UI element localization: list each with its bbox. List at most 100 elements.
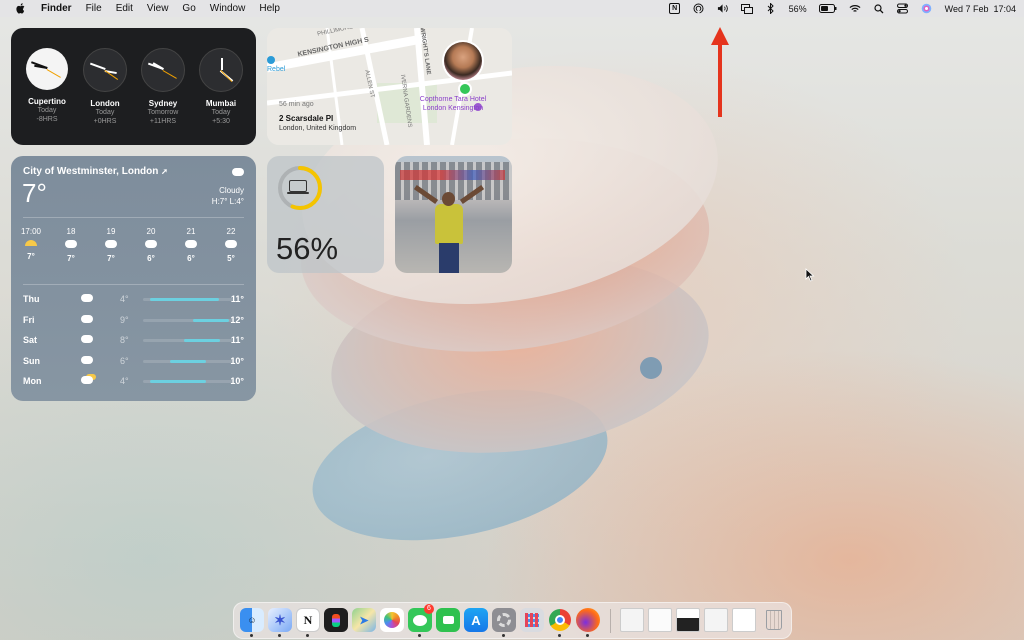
cloud-icon bbox=[81, 314, 93, 323]
dock-app-store-icon[interactable]: A bbox=[464, 608, 488, 632]
daily-low: 9° bbox=[120, 314, 129, 325]
hourly-forecast-item: 20 6° bbox=[136, 227, 166, 263]
clock-cupertino: Cupertino Today -8HRS bbox=[24, 48, 70, 124]
battery-icon[interactable] bbox=[818, 3, 837, 15]
dock-photos-icon[interactable] bbox=[380, 608, 404, 632]
dock-figma-icon[interactable] bbox=[324, 608, 348, 632]
menubar-datetime[interactable]: Wed 7 Feb 17:04 bbox=[945, 4, 1016, 14]
hourly-forecast-item: 18 7° bbox=[56, 227, 86, 263]
weather-location: City of Westminster, London ➚ bbox=[23, 166, 168, 177]
hourly-forecast-item: 21 6° bbox=[176, 227, 206, 263]
daily-high: 11° bbox=[230, 335, 244, 345]
volume-icon[interactable] bbox=[717, 3, 729, 15]
hourly-temp: 7° bbox=[27, 252, 35, 261]
dock-finder-icon[interactable]: ☺ bbox=[240, 608, 264, 632]
daily-forecast-row: Mon 4° 10° bbox=[23, 372, 244, 393]
dock-maps-icon[interactable]: ➤ bbox=[352, 608, 376, 632]
divider bbox=[23, 284, 244, 285]
dock-minimized-window-icon[interactable] bbox=[732, 608, 756, 632]
clock-face bbox=[26, 48, 68, 90]
daily-high: 12° bbox=[230, 314, 244, 325]
dock-minimized-window-icon[interactable] bbox=[704, 608, 728, 632]
spotlight-search-icon[interactable] bbox=[873, 3, 885, 15]
hourly-time: 18 bbox=[66, 227, 76, 236]
laptop-icon-base bbox=[287, 192, 309, 194]
hourly-temp: 6° bbox=[187, 254, 195, 263]
daily-low: 4° bbox=[120, 294, 129, 304]
person-head bbox=[442, 192, 455, 206]
menu-file[interactable]: File bbox=[79, 3, 109, 14]
menu-view[interactable]: View bbox=[140, 3, 176, 14]
running-indicator bbox=[502, 634, 505, 637]
daily-high: 10° bbox=[230, 355, 244, 366]
dock-craft-icon[interactable]: ✶ bbox=[268, 608, 292, 632]
menu-window[interactable]: Window bbox=[203, 3, 253, 14]
dock-minimized-window-icon[interactable] bbox=[620, 608, 644, 632]
dock-launchpad-icon[interactable] bbox=[520, 608, 544, 632]
location-city: London, United Kingdom bbox=[279, 125, 357, 132]
wifi-icon[interactable] bbox=[849, 3, 861, 15]
notion-menubar-icon[interactable]: N bbox=[669, 3, 681, 15]
clock-city-label: Cupertino bbox=[28, 97, 66, 106]
dock-facetime-icon[interactable] bbox=[436, 608, 460, 632]
clock-day-label: Today bbox=[211, 109, 231, 116]
hourly-forecast-item: 17:00 7° bbox=[16, 227, 46, 261]
screen-mirroring-icon[interactable] bbox=[740, 3, 753, 15]
clock-face bbox=[83, 48, 127, 92]
location-arrow-icon: ➚ bbox=[161, 167, 168, 176]
dock-firefox-icon[interactable] bbox=[576, 608, 600, 632]
hotel-label: Copthorne Tara Hotel London Kensington bbox=[419, 96, 487, 112]
dock-trash-icon[interactable] bbox=[762, 608, 786, 632]
mouse-cursor-icon bbox=[805, 268, 815, 282]
dock-system-settings-icon[interactable] bbox=[492, 608, 516, 632]
dock-chrome-icon[interactable] bbox=[548, 608, 572, 632]
avatar bbox=[442, 40, 484, 82]
control-center-icon[interactable] bbox=[897, 3, 909, 15]
bluetooth-icon[interactable] bbox=[765, 3, 777, 15]
world-clock-widget[interactable]: Cupertino Today -8HRS London Today +0HRS… bbox=[11, 28, 256, 145]
dock-minimized-window-icon[interactable] bbox=[676, 608, 700, 632]
menu-help[interactable]: Help bbox=[252, 3, 287, 14]
daily-day: Sun bbox=[23, 355, 40, 366]
map-poi-label: Rebel bbox=[267, 66, 286, 73]
hourly-temp: 6° bbox=[147, 254, 155, 263]
battery-widget-percent: 56% bbox=[276, 231, 339, 266]
clock-day-label: Today bbox=[95, 109, 115, 116]
temp-range-bar bbox=[150, 380, 206, 383]
photo-widget[interactable] bbox=[395, 156, 512, 273]
hourly-forecast-item: 19 7° bbox=[96, 227, 126, 263]
cloud-icon bbox=[81, 355, 93, 364]
daily-forecast-row: Thu 4° 11° bbox=[23, 290, 244, 311]
clock-day-label: Today bbox=[37, 107, 57, 114]
menu-edit[interactable]: Edit bbox=[109, 3, 140, 14]
running-indicator bbox=[586, 634, 589, 637]
cloud-icon bbox=[81, 294, 93, 302]
clock-city-label: Mumbai bbox=[205, 99, 237, 108]
daily-forecast-row: Fri 9° 12° bbox=[23, 311, 244, 332]
hourly-forecast-item: 22 5° bbox=[216, 227, 246, 263]
menu-go[interactable]: Go bbox=[175, 3, 202, 14]
dock-minimized-window-icon[interactable] bbox=[648, 608, 672, 632]
cloud-icon bbox=[65, 240, 77, 248]
battery-widget[interactable]: 56% bbox=[267, 156, 384, 273]
menu-bar: Finder File Edit View Go Window Help N 5… bbox=[0, 0, 1024, 17]
airdrop-icon[interactable] bbox=[693, 3, 705, 15]
dock-separator bbox=[610, 609, 611, 633]
messages-badge: 6 bbox=[424, 604, 434, 614]
daily-day: Fri bbox=[23, 314, 35, 325]
daily-low: 6° bbox=[120, 355, 129, 366]
dock-notion-icon[interactable]: N bbox=[296, 608, 320, 632]
divider bbox=[23, 217, 244, 218]
daily-forecast-row: Sat 8° 11° bbox=[23, 331, 244, 352]
clock-city-label: London bbox=[90, 99, 120, 108]
siri-icon[interactable] bbox=[921, 3, 933, 15]
apple-icon[interactable] bbox=[8, 3, 34, 15]
clock-city-label: Sydney bbox=[148, 99, 178, 108]
daily-low: 4° bbox=[120, 376, 129, 386]
weather-widget[interactable]: City of Westminster, London ➚ 7° Cloudy … bbox=[11, 156, 256, 401]
running-indicator bbox=[250, 634, 253, 637]
find-my-map-widget[interactable]: PHILLIMORE KENSINGTON HIGH S ALLEN ST WR… bbox=[267, 28, 512, 145]
cloud-icon bbox=[232, 168, 244, 176]
app-menu-finder[interactable]: Finder bbox=[34, 3, 79, 14]
clock-day-label: Tomorrow bbox=[147, 109, 179, 116]
